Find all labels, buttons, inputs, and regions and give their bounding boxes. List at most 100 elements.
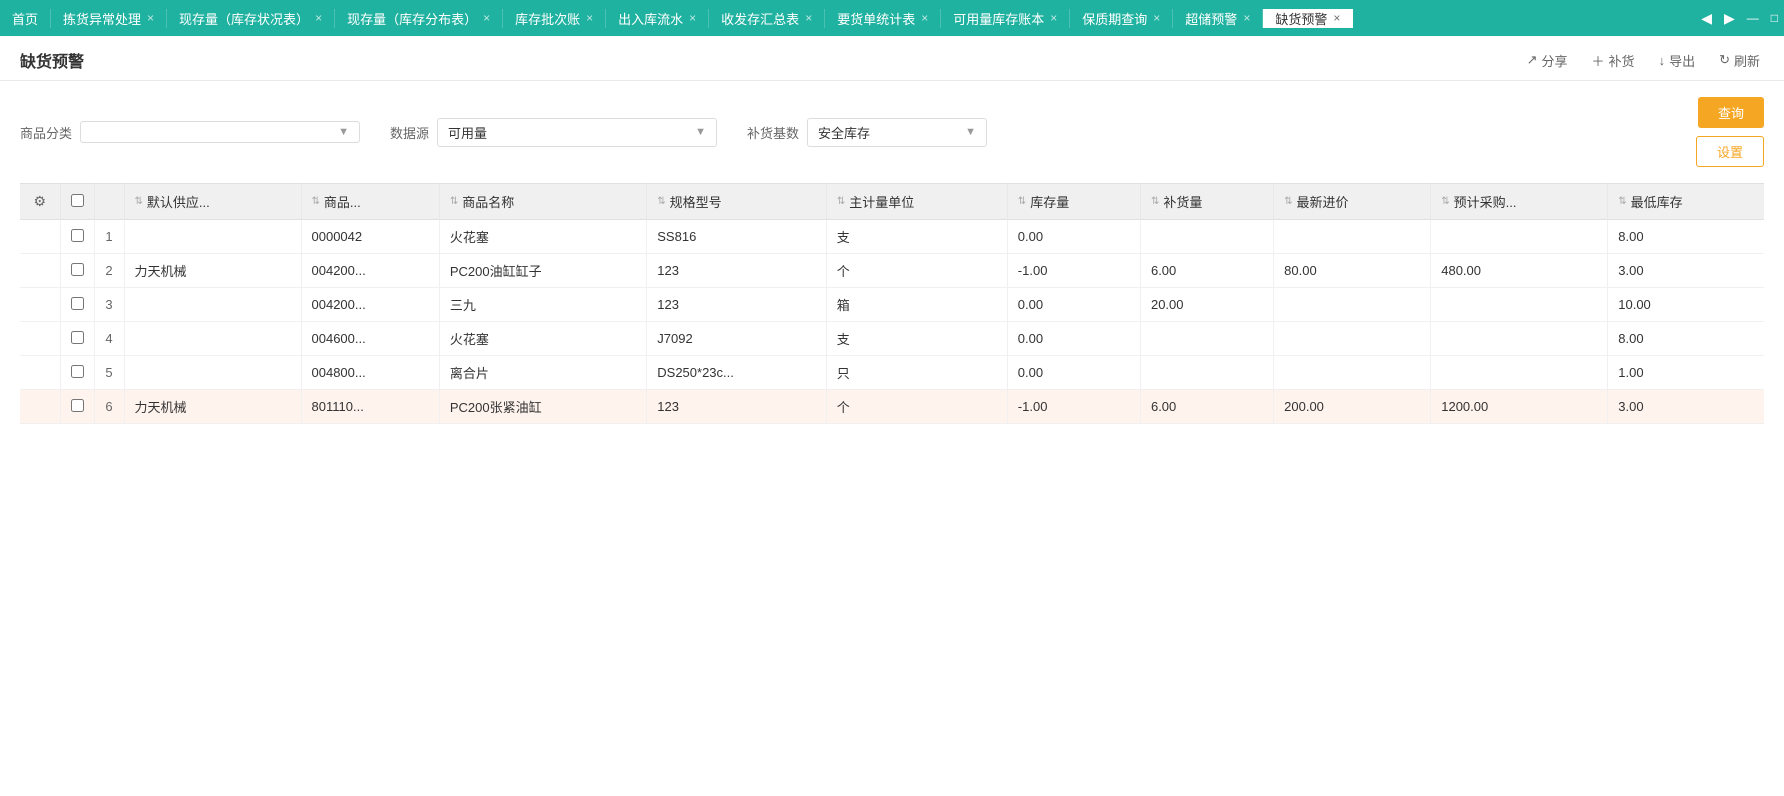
tab-label-4: 库存批次账 (515, 9, 580, 28)
export-button[interactable]: ↓ 导出 (1655, 49, 1700, 72)
row-name-2: 三九 (439, 288, 646, 322)
tab-item-10[interactable]: 超储预警× (1173, 9, 1263, 28)
col-header-estimated_purchase[interactable]: ⇅预计采购... (1431, 184, 1608, 220)
row-check-2[interactable] (60, 288, 94, 322)
col-header-stock[interactable]: ⇅库存量 (1007, 184, 1140, 220)
tab-prev-btn[interactable]: ◀ (1695, 0, 1718, 36)
tab-item-1[interactable]: 拣货异常处理 × (51, 9, 167, 28)
row-checkbox-4[interactable] (71, 365, 84, 378)
row-spec-2: 123 (647, 288, 827, 322)
replenish-button[interactable]: ＋ 补货 (1588, 49, 1639, 72)
tab-close-4[interactable]: × (586, 11, 593, 25)
row-unit-5: 个 (826, 390, 1007, 424)
tab-close-5[interactable]: × (689, 11, 696, 25)
tab-close-9[interactable]: × (1153, 11, 1160, 25)
sort-icon-min_stock: ⇅ (1618, 196, 1626, 207)
tab-close-2[interactable]: × (315, 11, 322, 25)
row-gear-3 (20, 322, 60, 356)
share-button[interactable]: ↗ 分享 (1523, 49, 1572, 72)
tab-item-6[interactable]: 收发存汇总表× (709, 9, 825, 28)
row-supplier-0 (124, 220, 301, 254)
row-checkbox-1[interactable] (71, 263, 84, 276)
query-button[interactable]: 查询 (1698, 97, 1764, 128)
category-select[interactable]: ▼ (80, 121, 360, 143)
row-replenish-3 (1140, 322, 1273, 356)
tab-next-btn[interactable]: ▶ (1718, 0, 1741, 36)
table-row: 5004800...离合片DS250*23c...只0.001.00 (20, 356, 1764, 390)
tab-label-3: 现存量（库存分布表） (347, 9, 477, 28)
tab-close-6[interactable]: × (805, 11, 812, 25)
tab-item-5[interactable]: 出入库流水× (606, 9, 709, 28)
refresh-button[interactable]: ↻ 刷新 (1715, 49, 1764, 72)
row-latest_price-2 (1274, 288, 1431, 322)
row-stock-4: 0.00 (1007, 356, 1140, 390)
tab-item-11[interactable]: 缺货预警 × (1263, 9, 1353, 28)
row-gear-5 (20, 390, 60, 424)
select-all-checkbox[interactable] (71, 194, 84, 207)
col-header-supplier[interactable]: ⇅默认供应... (124, 184, 301, 220)
row-checkbox-0[interactable] (71, 229, 84, 242)
tab-item-4[interactable]: 库存批次账 × (503, 9, 606, 28)
row-check-1[interactable] (60, 254, 94, 288)
row-name-5: PC200张紧油缸 (439, 390, 646, 424)
tab-close-10[interactable]: × (1243, 11, 1250, 25)
row-check-4[interactable] (60, 356, 94, 390)
row-checkbox-2[interactable] (71, 297, 84, 310)
tab-label-2: 现存量（库存状况表） (179, 9, 309, 28)
datasource-select[interactable]: 可用量 ▼ (437, 118, 717, 147)
row-spec-0: SS816 (647, 220, 827, 254)
sort-icon-latest_price: ⇅ (1284, 196, 1292, 207)
replenish-select[interactable]: 安全库存 ▼ (807, 118, 987, 147)
tab-label-0: 首页 (12, 9, 38, 28)
col-label-supplier: 默认供应... (147, 192, 210, 211)
replenish-label: 补货基数 (747, 123, 799, 142)
tab-close-7[interactable]: × (921, 11, 928, 25)
row-checkbox-3[interactable] (71, 331, 84, 344)
filter-area: 商品分类 ▼ 数据源 可用量 ▼ 补货基数 安全库存 ▼ 查询 设置 (0, 81, 1784, 175)
sort-icon-replenish: ⇅ (1151, 196, 1159, 207)
datasource-label: 数据源 (390, 123, 429, 142)
tab-close-11[interactable]: × (1333, 11, 1340, 25)
col-label-spec: 规格型号 (670, 192, 722, 211)
row-supplier-2 (124, 288, 301, 322)
col-header-unit[interactable]: ⇅主计量单位 (826, 184, 1007, 220)
tab-label-1: 拣货异常处理 (63, 9, 141, 28)
tab-close-3[interactable]: × (483, 11, 490, 25)
row-num-4: 5 (94, 356, 124, 390)
row-check-0[interactable] (60, 220, 94, 254)
tab-item-7[interactable]: 要货单统计表× (825, 9, 941, 28)
tab-item-3[interactable]: 现存量（库存分布表） × (335, 9, 503, 28)
col-header-name[interactable]: ⇅商品名称 (439, 184, 646, 220)
tab-item-2[interactable]: 现存量（库存状况表） × (167, 9, 335, 28)
tab-close-8[interactable]: × (1050, 11, 1057, 25)
row-checkbox-5[interactable] (71, 399, 84, 412)
data-table: ⚙⇅默认供应...⇅商品...⇅商品名称⇅规格型号⇅主计量单位⇅库存量⇅补货量⇅… (20, 183, 1764, 424)
datasource-chevron-down-icon: ▼ (695, 126, 706, 138)
tab-bar: 首页拣货异常处理×现存量（库存状况表）×现存量（库存分布表）×库存批次账×出入库… (0, 0, 1784, 36)
row-check-5[interactable] (60, 390, 94, 424)
settings-button[interactable]: 设置 (1696, 136, 1764, 167)
col-header-code[interactable]: ⇅商品... (301, 184, 439, 220)
tab-close-1[interactable]: × (147, 11, 154, 25)
row-gear-1 (20, 254, 60, 288)
col-header-replenish[interactable]: ⇅补货量 (1140, 184, 1273, 220)
tab-item-9[interactable]: 保质期查询× (1070, 9, 1173, 28)
tab-item-0[interactable]: 首页 (0, 9, 51, 28)
col-header-spec[interactable]: ⇅规格型号 (647, 184, 827, 220)
tab-maximize-btn[interactable]: □ (1765, 0, 1784, 36)
row-replenish-0 (1140, 220, 1273, 254)
row-check-3[interactable] (60, 322, 94, 356)
tab-minimize-btn[interactable]: — (1741, 0, 1765, 36)
tab-label-11: 缺货预警 (1275, 9, 1327, 28)
tab-item-8[interactable]: 可用量库存账本× (941, 9, 1070, 28)
col-header-latest_price[interactable]: ⇅最新进价 (1274, 184, 1431, 220)
row-stock-2: 0.00 (1007, 288, 1140, 322)
row-estimated_purchase-5: 1200.00 (1431, 390, 1608, 424)
row-estimated_purchase-0 (1431, 220, 1608, 254)
col-header-min_stock[interactable]: ⇅ 最低库存 (1608, 184, 1764, 220)
datasource-value: 可用量 (448, 123, 487, 142)
row-code-0: 0000042 (301, 220, 439, 254)
gear-settings-icon[interactable]: ⚙ (33, 193, 46, 210)
col-label-min_stock: 最低库存 (1631, 192, 1683, 211)
page-header: 缺货预警 ↗ 分享 ＋ 补货 ↓ 导出 ↻ 刷新 (0, 36, 1784, 81)
